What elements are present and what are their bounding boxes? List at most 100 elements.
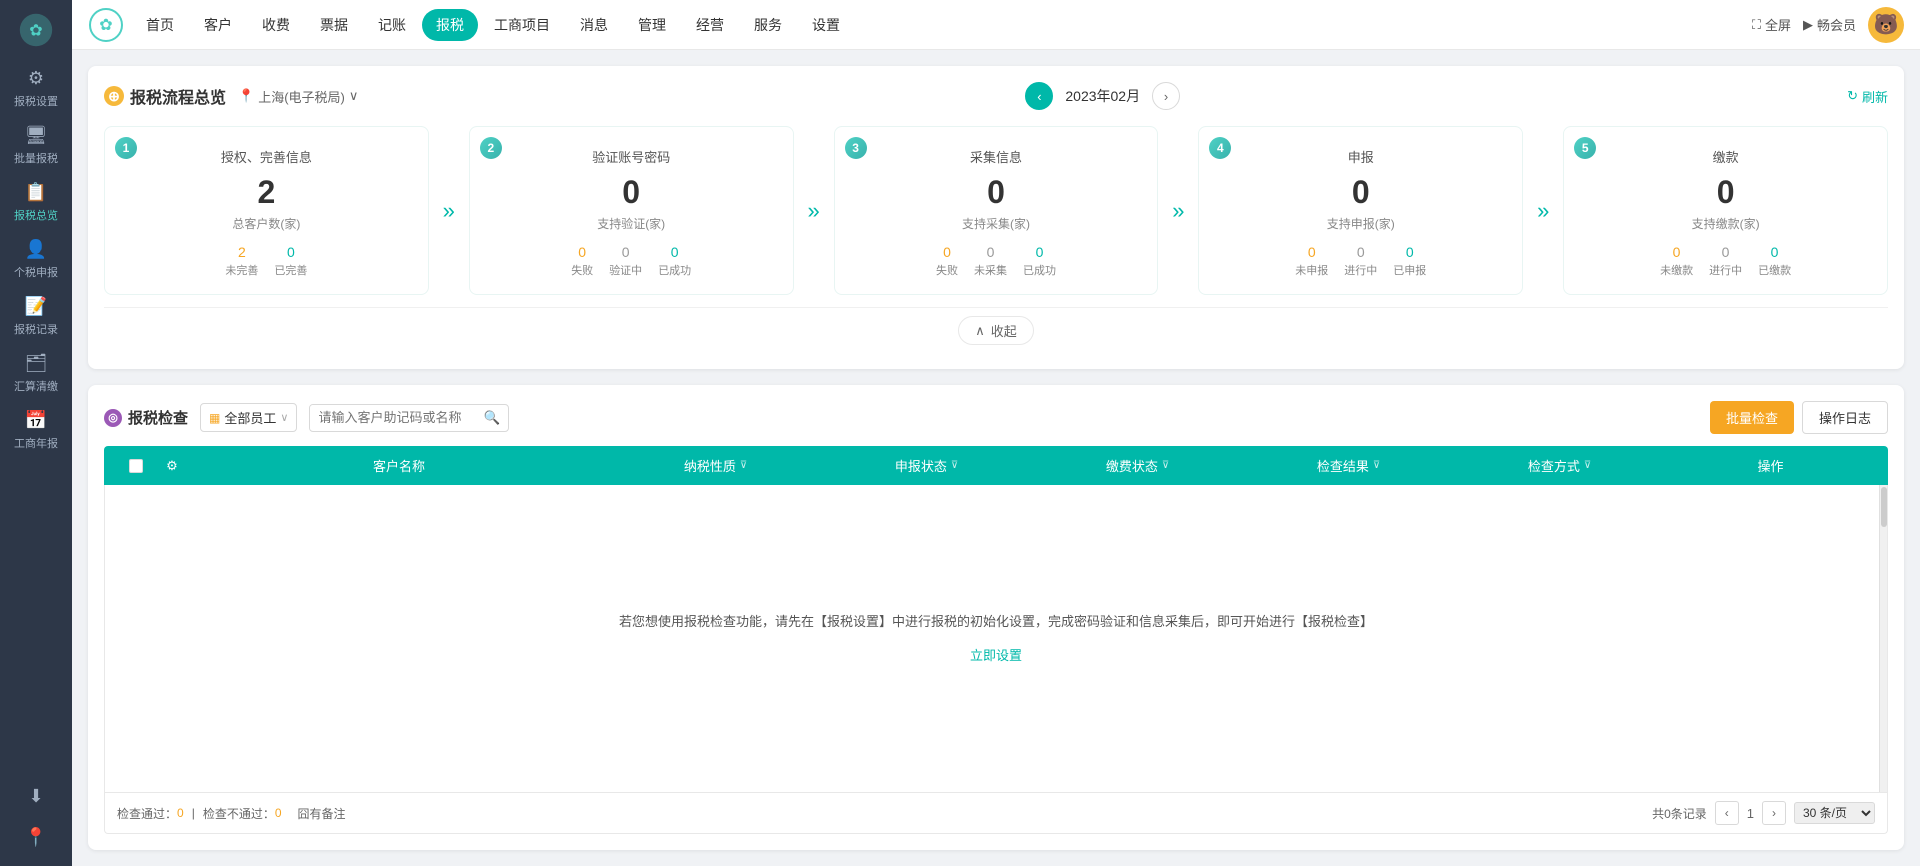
fullscreen-btn[interactable]: ⛶ 全屏: [1752, 15, 1791, 34]
stat-item[interactable]: 0已完善: [274, 244, 307, 278]
steps-row: 1授权、完善信息2总客户数(家)2未完善0已完善»2验证账号密码0支持验证(家)…: [104, 126, 1888, 295]
th-settings[interactable]: ⚙: [156, 458, 188, 474]
download-icon: ⬇: [28, 786, 43, 807]
current-month: 2023年02月: [1065, 86, 1140, 106]
step-count: 2: [121, 174, 412, 211]
annual-report-icon: 📅: [25, 410, 47, 431]
svg-text:✿: ✿: [29, 21, 43, 39]
prev-month-btn[interactable]: ‹: [1025, 82, 1053, 110]
stat-item[interactable]: 0失败: [571, 244, 593, 278]
location-pin-icon: 📍: [238, 88, 254, 104]
nav-item-messages[interactable]: 消息: [566, 9, 622, 41]
sidebar-item-tax-overview[interactable]: 📋 报税总览: [0, 174, 72, 231]
nav-item-management[interactable]: 管理: [624, 9, 680, 41]
next-page-btn[interactable]: ›: [1762, 801, 1786, 825]
stat-item[interactable]: 0未缴款: [1660, 244, 1693, 278]
search-input[interactable]: [310, 405, 475, 430]
nav-item-home[interactable]: 首页: [132, 9, 188, 41]
th-declare-status[interactable]: 申报状态 ⊽: [821, 456, 1032, 475]
sidebar-item-annual-report[interactable]: 📅 工商年报: [0, 402, 72, 459]
th-tax-nature[interactable]: 纳税性质 ⊽: [610, 456, 821, 475]
step-card-1: 1授权、完善信息2总客户数(家)2未完善0已完善: [104, 126, 429, 295]
stat-label: 验证中: [609, 262, 642, 278]
stat-item[interactable]: 0失败: [936, 244, 958, 278]
overview-header: ⊕ 报税流程总览 📍 上海(电子税局) ∨ ‹ 2023年02月 › ↻ 刷新: [104, 82, 1888, 110]
th-check-method[interactable]: 检查方式 ⊽: [1454, 456, 1665, 475]
sidebar-item-tax-settings[interactable]: ⚙ 报税设置: [0, 60, 72, 117]
th-check-result[interactable]: 检查结果 ⊽: [1243, 456, 1454, 475]
refresh-btn[interactable]: ↻ 刷新: [1847, 87, 1888, 106]
content-area: ⊕ 报税流程总览 📍 上海(电子税局) ∨ ‹ 2023年02月 › ↻ 刷新: [72, 50, 1920, 866]
next-month-btn[interactable]: ›: [1152, 82, 1180, 110]
select-all-checkbox[interactable]: [129, 459, 143, 473]
avatar[interactable]: 🐻: [1868, 7, 1904, 43]
stat-value: 0: [1722, 244, 1730, 260]
setup-link[interactable]: 立即设置: [970, 648, 1022, 663]
step-title: 验证账号密码: [486, 147, 777, 166]
sidebar-item-location[interactable]: 📍: [21, 819, 51, 856]
nav-item-services[interactable]: 服务: [740, 9, 796, 41]
stat-value: 0: [987, 244, 995, 260]
sidebar-item-tax-records[interactable]: 📝 报税记录: [0, 288, 72, 345]
settings-icon: ⚙: [166, 458, 178, 474]
stat-label: 进行中: [1344, 262, 1377, 278]
nav-item-tax[interactable]: 报税: [422, 9, 478, 41]
nav-item-invoices[interactable]: 票据: [306, 9, 362, 41]
stat-item[interactable]: 0 进行中: [1709, 244, 1742, 278]
title-icon: ⊕: [104, 86, 124, 106]
step-title: 采集信息: [851, 147, 1142, 166]
collapse-btn[interactable]: ∧ 收起: [958, 316, 1034, 345]
nav-item-bookkeeping[interactable]: 记账: [364, 9, 420, 41]
search-button[interactable]: 🔍: [476, 405, 509, 431]
operation-log-button[interactable]: 操作日志: [1802, 401, 1888, 434]
step-title: 申报: [1215, 147, 1506, 166]
batch-check-button[interactable]: 批量检查: [1710, 401, 1794, 434]
filter-icon: ⊽: [740, 460, 747, 471]
nav-item-fees[interactable]: 收费: [248, 9, 304, 41]
nav-item-bizprojects[interactable]: 工商项目: [480, 9, 564, 41]
sidebar-item-label: 报税总览: [14, 207, 58, 223]
stat-item[interactable]: 2未完善: [225, 244, 258, 278]
stat-item[interactable]: 0已缴款: [1758, 244, 1791, 278]
scrollbar[interactable]: [1879, 485, 1887, 792]
member-btn[interactable]: ▶ 畅会员: [1803, 15, 1856, 34]
stat-item[interactable]: 0未申报: [1295, 244, 1328, 278]
play-icon: ▶: [1803, 17, 1813, 33]
stat-label: 失败: [571, 262, 593, 278]
prev-page-btn[interactable]: ‹: [1715, 801, 1739, 825]
th-payment-status[interactable]: 缴费状态 ⊽: [1032, 456, 1243, 475]
table-body: 若您想使用报税检查功能，请先在【报税设置】中进行报税的初始化设置，完成密码验证和…: [104, 485, 1888, 793]
topnav-logo: ✿: [88, 7, 124, 43]
sidebar-item-batch-tax[interactable]: 🖥 批量报税: [0, 117, 72, 174]
step-sub-label: 总客户数(家): [121, 215, 412, 232]
nav-item-operations[interactable]: 经营: [682, 9, 738, 41]
fail-count[interactable]: 0: [275, 806, 282, 820]
th-operations: 操作: [1665, 456, 1876, 475]
overview-title: ⊕ 报税流程总览: [104, 84, 226, 108]
page-size-select[interactable]: 30 条/页 50 条/页 100 条/页: [1794, 802, 1875, 824]
location-icon: 📍: [25, 827, 47, 848]
nav-item-settings[interactable]: 设置: [798, 9, 854, 41]
stat-item[interactable]: 0已成功: [658, 244, 691, 278]
stat-label: 已完善: [274, 262, 307, 278]
step-title: 授权、完善信息: [121, 147, 412, 166]
stat-item[interactable]: 0已申报: [1393, 244, 1426, 278]
stat-label: 进行中: [1709, 262, 1742, 278]
stat-item[interactable]: 0进行中: [1344, 244, 1377, 278]
sidebar-item-download[interactable]: ⬇: [21, 778, 51, 815]
stat-item[interactable]: 0验证中: [609, 244, 642, 278]
pass-count[interactable]: 0: [177, 806, 184, 820]
stat-item[interactable]: 0未采集: [974, 244, 1007, 278]
svg-text:✿: ✿: [99, 17, 112, 34]
stat-label: 未申报: [1295, 262, 1328, 278]
step-arrow: »: [794, 126, 834, 295]
employee-select[interactable]: ▦ 全部员工 ∨: [200, 403, 297, 432]
filter-icon: ⊽: [951, 460, 958, 471]
location-tag[interactable]: 📍 上海(电子税局) ∨: [238, 87, 358, 106]
sidebar-item-individual-tax[interactable]: 👤 个税申报: [0, 231, 72, 288]
nav-item-clients[interactable]: 客户: [190, 9, 246, 41]
sidebar-item-settlement[interactable]: 🗂 汇算清缴: [0, 345, 72, 402]
batch-tax-icon: 🖥: [25, 125, 48, 146]
table-wrapper: ⚙ 客户名称 纳税性质 ⊽ 申报状态 ⊽ 缴费状态 ⊽: [104, 446, 1888, 834]
stat-item[interactable]: 0已成功: [1023, 244, 1056, 278]
